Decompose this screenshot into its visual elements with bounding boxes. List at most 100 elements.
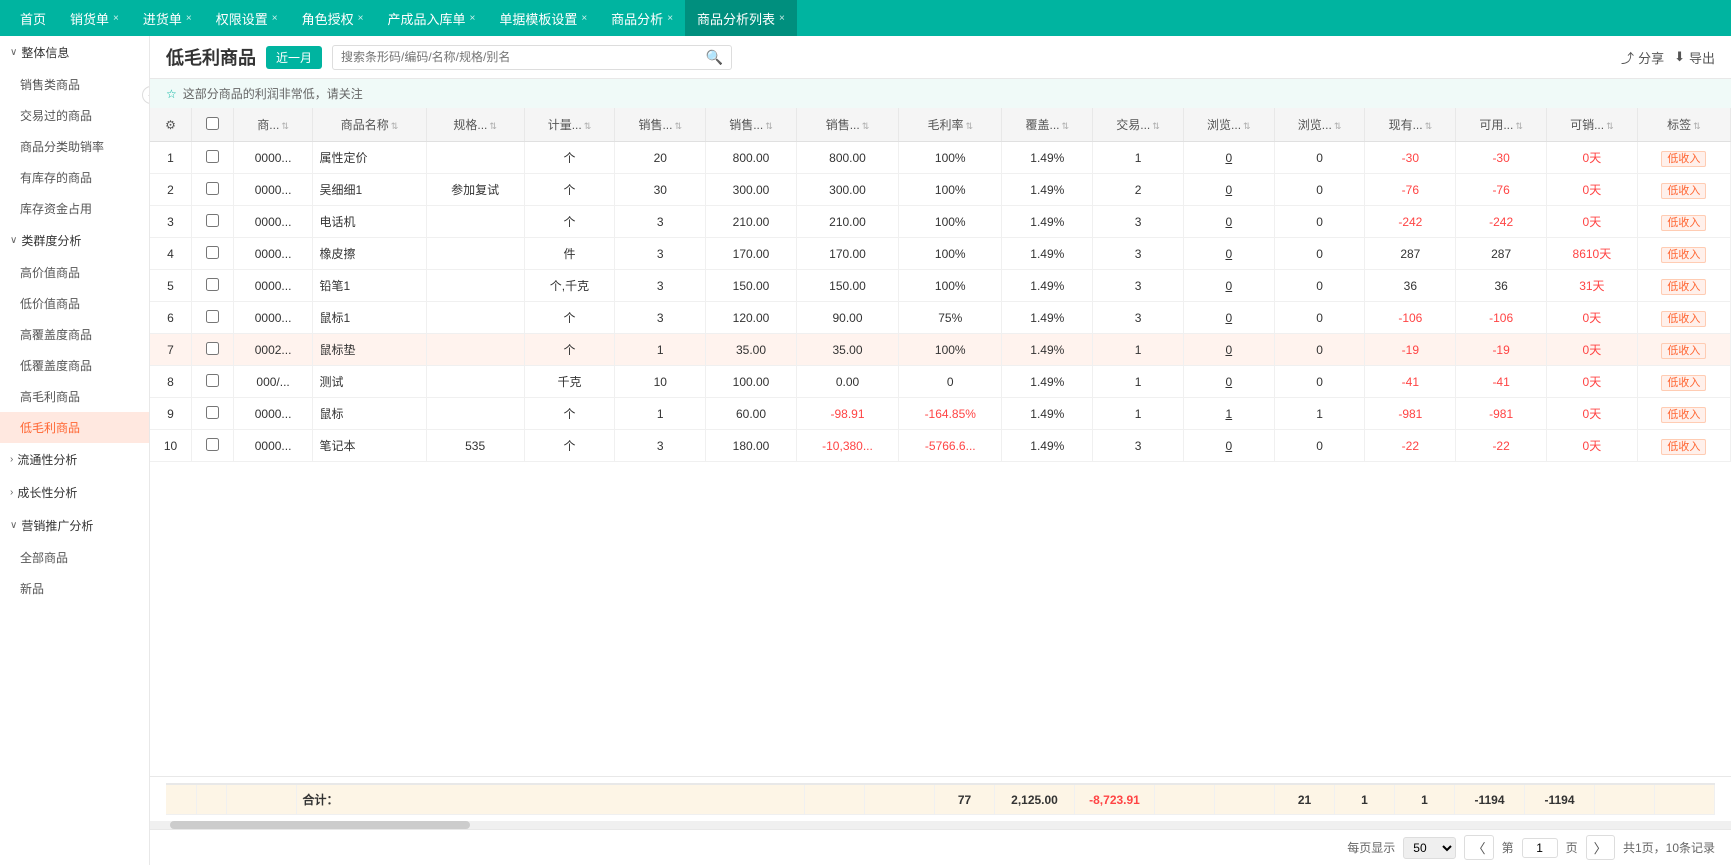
col-trade-count[interactable]: 交易...⇅	[1093, 108, 1184, 142]
nav-item-permission[interactable]: 权限设置 ×	[204, 0, 290, 36]
view1-link[interactable]: 0	[1225, 215, 1232, 229]
sidebar-group-overview[interactable]: ∨ 整体信息	[0, 36, 149, 69]
nav-item-purchase[interactable]: 进货单 ×	[131, 0, 204, 36]
search-input[interactable]	[341, 50, 706, 64]
col-tag[interactable]: 标签⇅	[1637, 108, 1730, 142]
select-all-checkbox[interactable]	[206, 117, 219, 130]
col-view2[interactable]: 浏览...⇅	[1274, 108, 1365, 142]
view1-link[interactable]: 0	[1225, 311, 1232, 325]
col-name[interactable]: 商品名称⇅	[313, 108, 426, 142]
row-checkbox[interactable]	[206, 374, 219, 387]
nav-close-sales[interactable]: ×	[113, 13, 119, 24]
sidebar-group-liquidity[interactable]: › 流通性分析	[0, 443, 149, 476]
row-checkbox[interactable]	[206, 214, 219, 227]
sidebar-item-low-margin[interactable]: 低毛利商品	[0, 412, 149, 443]
row-checkbox[interactable]	[206, 406, 219, 419]
col-view1[interactable]: 浏览...⇅	[1183, 108, 1274, 142]
view1-link[interactable]: 0	[1225, 151, 1232, 165]
cell-available-stock: -76	[1456, 174, 1547, 206]
view1-link[interactable]: 0	[1225, 247, 1232, 261]
date-filter-button[interactable]: 近一月	[266, 46, 322, 69]
sidebar-item-traded-products[interactable]: 交易过的商品	[0, 100, 149, 131]
cell-sales-amount: 180.00	[706, 430, 797, 462]
cell-no: 1	[150, 142, 191, 174]
page-input[interactable]	[1522, 838, 1558, 858]
col-spec[interactable]: 规格...⇅	[426, 108, 524, 142]
row-checkbox[interactable]	[206, 246, 219, 259]
row-checkbox[interactable]	[206, 278, 219, 291]
sidebar-item-high-coverage[interactable]: 高覆盖度商品	[0, 319, 149, 350]
col-current-stock[interactable]: 现有...⇅	[1365, 108, 1456, 142]
sidebar-item-new-products[interactable]: 新品	[0, 573, 149, 604]
col-saleable-days[interactable]: 可销...⇅	[1547, 108, 1638, 142]
view1-link[interactable]: 0	[1225, 183, 1232, 197]
share-button[interactable]: ⤴ 分享	[1621, 48, 1664, 67]
cell-no: 5	[150, 270, 191, 302]
cell-spec	[426, 334, 524, 366]
col-sales-amount[interactable]: 销售...⇅	[706, 108, 797, 142]
row-checkbox[interactable]	[206, 310, 219, 323]
view1-link[interactable]: 0	[1225, 279, 1232, 293]
cell-sales-amount: 60.00	[706, 398, 797, 430]
search-icon[interactable]: 🔍	[706, 49, 723, 66]
cell-trade-count: 1	[1093, 398, 1184, 430]
nav-close-purchase[interactable]: ×	[186, 13, 192, 24]
view1-link[interactable]: 0	[1225, 439, 1232, 453]
horizontal-scrollbar[interactable]	[150, 821, 1731, 829]
nav-close-template[interactable]: ×	[581, 13, 587, 24]
next-page-button[interactable]: 〉	[1586, 835, 1615, 860]
cell-code: 0000...	[233, 398, 313, 430]
nav-item-home[interactable]: 首页	[8, 0, 58, 36]
prev-page-button[interactable]: 〈	[1464, 835, 1493, 860]
col-coverage[interactable]: 覆盖...⇅	[1002, 108, 1093, 142]
sidebar-item-stock-capital[interactable]: 库存资金占用	[0, 193, 149, 224]
nav-item-product-entry[interactable]: 产成品入库单 ×	[375, 0, 487, 36]
pagination-bar: 每页显示 50 100 200 〈 第 页 〉 共1页，10条记录	[150, 829, 1731, 865]
col-settings[interactable]: ⚙	[150, 108, 191, 142]
sidebar-group-growth[interactable]: › 成长性分析	[0, 476, 149, 509]
summary-view1: 1	[1335, 784, 1395, 815]
cell-sales-qty: 20	[615, 142, 706, 174]
view1-link[interactable]: 0	[1225, 343, 1232, 357]
view1-link[interactable]: 1	[1225, 407, 1232, 421]
row-checkbox[interactable]	[206, 342, 219, 355]
col-available-stock[interactable]: 可用...⇅	[1456, 108, 1547, 142]
col-sales-profit[interactable]: 销售...⇅	[796, 108, 898, 142]
sidebar-item-all-products[interactable]: 全部商品	[0, 542, 149, 573]
col-unit[interactable]: 计量...⇅	[524, 108, 615, 142]
nav-close-product-entry[interactable]: ×	[469, 13, 475, 24]
sidebar-item-category-rate[interactable]: 商品分类助销率	[0, 131, 149, 162]
sidebar-group-cluster[interactable]: ∨ 类群度分析	[0, 224, 149, 257]
col-gross-margin[interactable]: 毛利率⇅	[899, 108, 1002, 142]
cell-view1: 0	[1183, 174, 1274, 206]
cell-available-stock: -30	[1456, 142, 1547, 174]
nav-item-analysis[interactable]: 商品分析 ×	[599, 0, 685, 36]
sidebar-item-low-value[interactable]: 低价值商品	[0, 288, 149, 319]
col-code[interactable]: 商...⇅	[233, 108, 313, 142]
nav-item-role[interactable]: 角色授权 ×	[290, 0, 376, 36]
page-size-select[interactable]: 50 100 200	[1403, 837, 1456, 859]
sidebar-group-marketing[interactable]: ∨ 营销推广分析	[0, 509, 149, 542]
nav-item-sales[interactable]: 销货单 ×	[58, 0, 131, 36]
row-checkbox[interactable]	[206, 150, 219, 163]
nav-close-analysis[interactable]: ×	[667, 13, 673, 24]
sidebar-item-in-stock[interactable]: 有库存的商品	[0, 162, 149, 193]
nav-close-permission[interactable]: ×	[272, 13, 278, 24]
export-button[interactable]: ⬇ 导出	[1674, 48, 1715, 67]
row-checkbox[interactable]	[206, 438, 219, 451]
table-wrapper: ⚙ 商...⇅ 商品名称⇅ 规格...⇅ 计量...⇅ 销售...⇅ 销售...…	[150, 108, 1731, 776]
sidebar-item-sales-products[interactable]: 销售类商品	[0, 69, 149, 100]
sidebar-item-high-value[interactable]: 高价值商品	[0, 257, 149, 288]
cell-sales-amount: 35.00	[706, 334, 797, 366]
row-checkbox[interactable]	[206, 182, 219, 195]
sidebar-item-low-coverage[interactable]: 低覆盖度商品	[0, 350, 149, 381]
summary-trade-count: 21	[1275, 784, 1335, 815]
nav-item-template[interactable]: 单据模板设置 ×	[487, 0, 599, 36]
nav-close-analysis-list[interactable]: ×	[779, 13, 785, 24]
nav-close-role[interactable]: ×	[358, 13, 364, 24]
sidebar-item-high-margin[interactable]: 高毛利商品	[0, 381, 149, 412]
nav-item-analysis-list[interactable]: 商品分析列表 ×	[685, 0, 797, 36]
notice-bar: ☆ 这部分商品的利润非常低，请关注	[150, 79, 1731, 108]
col-sales-qty[interactable]: 销售...⇅	[615, 108, 706, 142]
view1-link[interactable]: 0	[1225, 375, 1232, 389]
